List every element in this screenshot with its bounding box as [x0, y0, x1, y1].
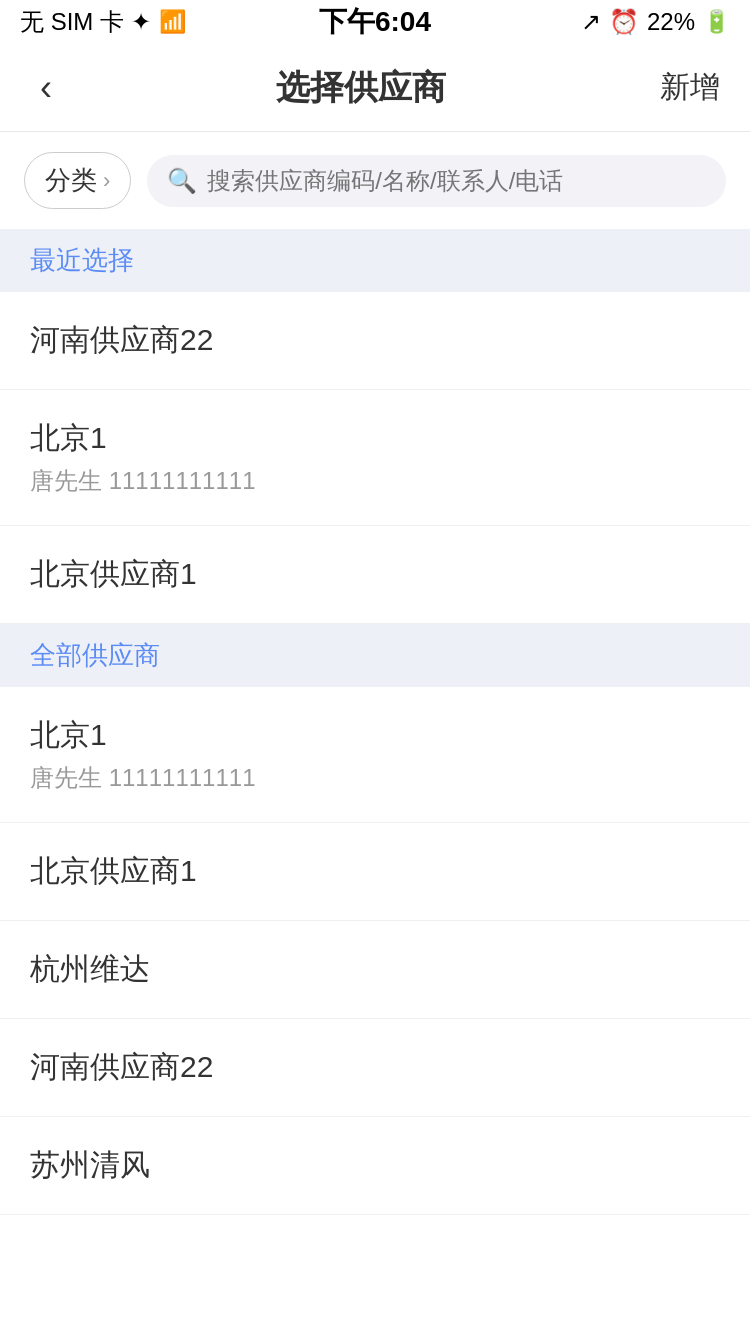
- recent-items-list: 河南供应商22 北京1 唐先生 11111111111 北京供应商1: [0, 292, 750, 624]
- status-left: 无 SIM 卡 ✦ 📶: [20, 6, 186, 38]
- sim-label: 无 SIM 卡 ✦: [20, 6, 151, 38]
- search-icon: 🔍: [167, 167, 197, 195]
- item-name: 北京供应商1: [30, 554, 720, 595]
- category-label: 分类: [45, 163, 97, 198]
- all-section-header: 全部供应商: [0, 624, 750, 687]
- item-name: 河南供应商22: [30, 1047, 720, 1088]
- list-item[interactable]: 河南供应商22: [0, 1019, 750, 1117]
- recent-section-header: 最近选择: [0, 229, 750, 292]
- search-input-wrap: 🔍: [147, 155, 726, 207]
- chevron-right-icon: ›: [103, 168, 110, 194]
- item-name: 苏州清风: [30, 1145, 720, 1186]
- item-sub: 唐先生 11111111111: [30, 465, 720, 497]
- page-title: 选择供应商: [276, 65, 446, 111]
- item-name: 北京1: [30, 715, 720, 756]
- recent-section-label: 最近选择: [30, 245, 134, 275]
- list-item[interactable]: 北京1 唐先生 11111111111: [0, 390, 750, 526]
- list-item[interactable]: 苏州清风: [0, 1117, 750, 1215]
- location-icon: ↗: [581, 8, 601, 36]
- item-name: 杭州维达: [30, 949, 720, 990]
- status-time: 下午6:04: [319, 3, 431, 41]
- list-item[interactable]: 河南供应商22: [0, 292, 750, 390]
- search-bar-area: 分类 › 🔍: [0, 132, 750, 229]
- battery-level: 22%: [647, 8, 695, 36]
- battery-icon: 🔋: [703, 9, 730, 35]
- back-button[interactable]: ‹: [30, 57, 62, 119]
- item-name: 北京供应商1: [30, 851, 720, 892]
- list-item[interactable]: 杭州维达: [0, 921, 750, 1019]
- list-item[interactable]: 北京供应商1: [0, 823, 750, 921]
- nav-bar: ‹ 选择供应商 新增: [0, 44, 750, 132]
- all-section-label: 全部供应商: [30, 640, 160, 670]
- item-name: 北京1: [30, 418, 720, 459]
- search-input[interactable]: [207, 167, 706, 195]
- status-right: ↗ ⏰ 22% 🔋: [581, 8, 730, 36]
- alarm-icon: ⏰: [609, 8, 639, 36]
- category-filter-button[interactable]: 分类 ›: [24, 152, 131, 209]
- add-button[interactable]: 新增: [660, 67, 720, 108]
- wifi-icon: 📶: [159, 9, 186, 35]
- item-sub: 唐先生 11111111111: [30, 762, 720, 794]
- list-item[interactable]: 北京供应商1: [0, 526, 750, 624]
- item-name: 河南供应商22: [30, 320, 720, 361]
- status-bar: 无 SIM 卡 ✦ 📶 下午6:04 ↗ ⏰ 22% 🔋: [0, 0, 750, 44]
- all-items-list: 北京1 唐先生 11111111111 北京供应商1 杭州维达河南供应商22 苏州清风: [0, 687, 750, 1215]
- list-item[interactable]: 北京1 唐先生 11111111111: [0, 687, 750, 823]
